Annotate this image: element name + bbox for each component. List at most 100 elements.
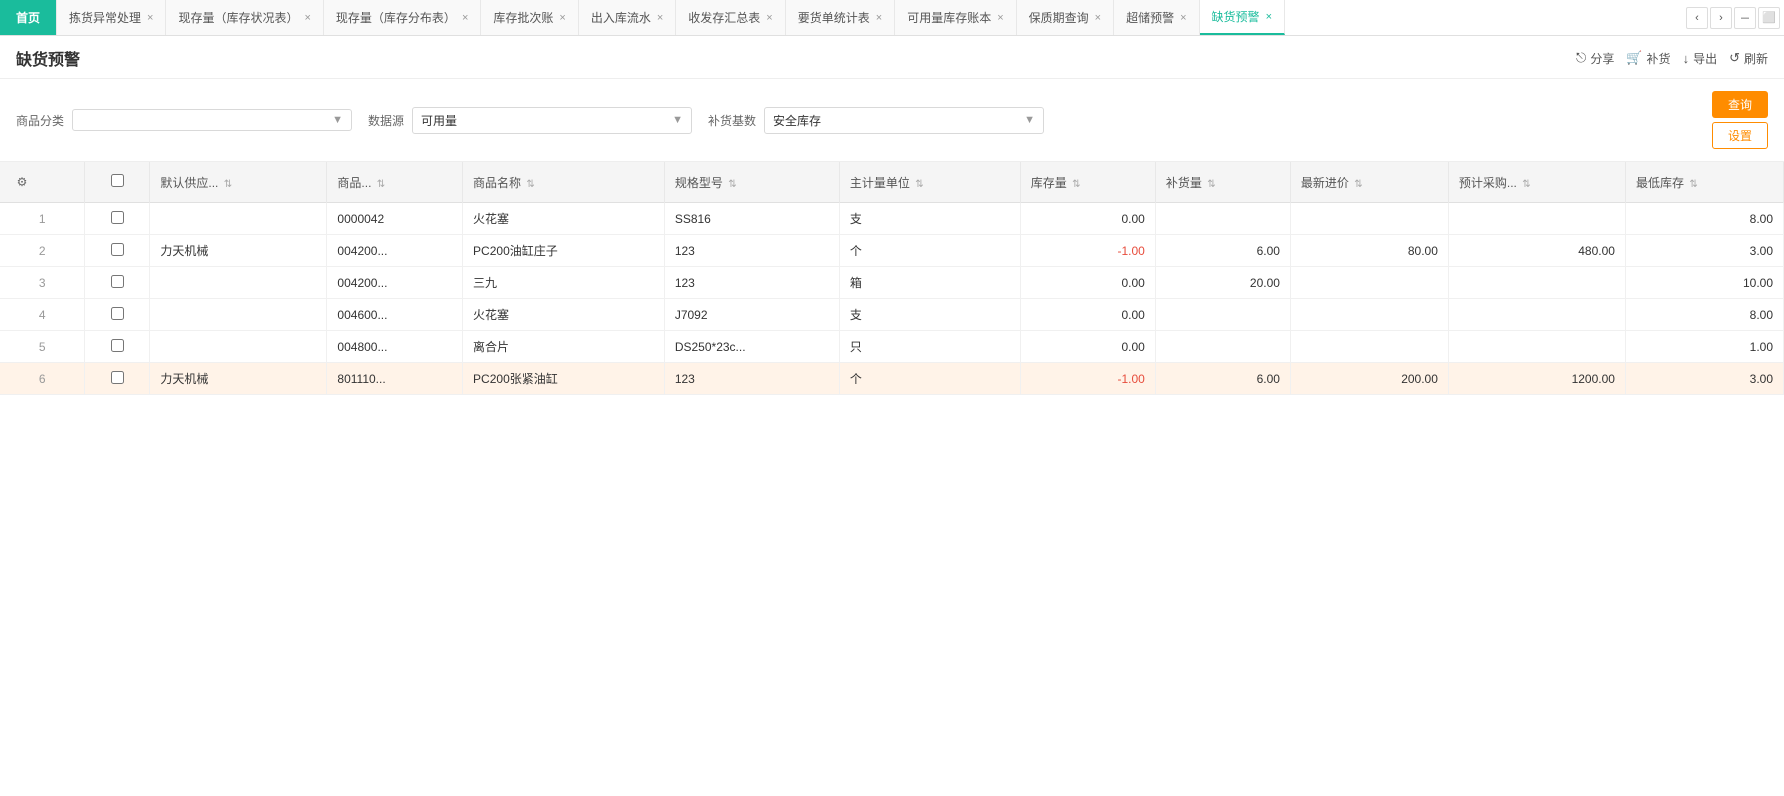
cell-estimated-purchase — [1448, 299, 1625, 331]
close-icon[interactable]: × — [876, 12, 882, 24]
close-icon[interactable]: × — [766, 12, 772, 24]
row-checkbox[interactable] — [111, 275, 124, 288]
sort-icon[interactable]: ⇅ — [1522, 179, 1530, 190]
replenish-basis-select[interactable]: 安全库存 ▼ — [764, 107, 1044, 134]
chevron-down-icon: ▼ — [332, 114, 343, 126]
datasource-select[interactable]: 可用量 ▼ — [412, 107, 692, 134]
tab-bar: 首页 拣货异常处理 × 现存量（库存状况表） × 现存量（库存分布表） × 库存… — [0, 0, 1784, 36]
page-title: 缺货预警 — [16, 46, 80, 70]
cell-replenish: 20.00 — [1155, 267, 1290, 299]
close-icon[interactable]: × — [559, 12, 565, 24]
export-icon: ↓ — [1683, 51, 1690, 66]
tab-quehuo[interactable]: 缺货预警 × — [1200, 0, 1285, 35]
cell-spec: 123 — [664, 235, 839, 267]
tab-kucunpici[interactable]: 库存批次账 × — [481, 0, 578, 35]
table-row: 6 力天机械 801110... PC200张紧油缸 123 个 -1.00 6… — [0, 363, 1784, 395]
cell-spec: 123 — [664, 267, 839, 299]
header-actions: ⎋ 分享 🛒 补货 ↓ 导出 ↺ 刷新 — [1576, 50, 1768, 67]
tab-prev-button[interactable]: ‹ — [1686, 7, 1708, 29]
th-supplier: 默认供应... ⇅ — [150, 162, 327, 203]
refresh-icon: ↺ — [1729, 50, 1740, 66]
close-icon[interactable]: × — [1180, 12, 1186, 24]
datasource-label: 数据源 — [368, 112, 404, 129]
close-icon[interactable]: × — [462, 12, 468, 24]
settings-button[interactable]: 设置 — [1712, 122, 1768, 149]
share-action[interactable]: ⎋ 分享 — [1576, 50, 1614, 67]
tab-maximize-button[interactable]: ⬜ — [1758, 7, 1780, 29]
tab-minimize-button[interactable]: － — [1734, 7, 1756, 29]
cell-min-stock: 8.00 — [1625, 299, 1783, 331]
cell-product-name: PC200张紧油缸 — [463, 363, 665, 395]
cell-estimated-purchase — [1448, 331, 1625, 363]
tab-yaohuo[interactable]: 要货单统计表 × — [786, 0, 895, 35]
tab-baozhi[interactable]: 保质期查询 × — [1017, 0, 1114, 35]
cell-supplier — [150, 267, 327, 299]
cell-spec: 123 — [664, 363, 839, 395]
cell-product-name: PC200油缸庄子 — [463, 235, 665, 267]
sort-icon[interactable]: ⇅ — [728, 179, 736, 190]
gear-button[interactable]: ⚙ — [10, 170, 34, 194]
sort-icon[interactable]: ⇅ — [1207, 179, 1215, 190]
tab-xiancunliang2[interactable]: 现存量（库存分布表） × — [324, 0, 481, 35]
replenish-basis-value: 安全库存 — [773, 112, 821, 129]
tab-xiancunliang1[interactable]: 现存量（库存状况表） × — [166, 0, 323, 35]
close-icon[interactable]: × — [1266, 11, 1272, 23]
replenish-basis-label: 补货基数 — [708, 112, 756, 129]
th-estimated-purchase: 预计采购... ⇅ — [1448, 162, 1625, 203]
row-checkbox[interactable] — [111, 339, 124, 352]
th-checkbox — [85, 162, 150, 203]
close-icon[interactable]: × — [657, 12, 663, 24]
cell-product-name: 三九 — [463, 267, 665, 299]
tab-shoufacun[interactable]: 收发存汇总表 × — [676, 0, 785, 35]
replenish-icon: 🛒 — [1626, 50, 1642, 66]
row-checkbox-cell — [85, 363, 150, 395]
tab-next-button[interactable]: › — [1710, 7, 1732, 29]
sort-icon[interactable]: ⇅ — [377, 179, 385, 190]
cell-latest-price: 80.00 — [1290, 235, 1448, 267]
cell-latest-price — [1290, 267, 1448, 299]
tab-jianhuo[interactable]: 拣货异常处理 × — [57, 0, 166, 35]
row-index: 5 — [0, 331, 85, 363]
cell-stock: 0.00 — [1020, 299, 1155, 331]
cell-product-code: 004800... — [327, 331, 463, 363]
cell-latest-price — [1290, 203, 1448, 235]
row-checkbox[interactable] — [111, 211, 124, 224]
query-button[interactable]: 查询 — [1712, 91, 1768, 118]
replenish-basis-filter-group: 补货基数 安全库存 ▼ — [708, 107, 1044, 134]
replenish-action[interactable]: 🛒 补货 — [1626, 50, 1670, 67]
cell-min-stock: 10.00 — [1625, 267, 1783, 299]
sort-icon[interactable]: ⇅ — [1689, 179, 1697, 190]
row-checkbox[interactable] — [111, 307, 124, 320]
page-header: 缺货预警 ⎋ 分享 🛒 补货 ↓ 导出 ↺ 刷新 — [0, 36, 1784, 79]
sort-icon[interactable]: ⇅ — [1072, 179, 1080, 190]
cell-latest-price — [1290, 331, 1448, 363]
row-checkbox[interactable] — [111, 371, 124, 384]
close-icon[interactable]: × — [1095, 12, 1101, 24]
select-all-checkbox[interactable] — [111, 174, 124, 187]
category-select[interactable]: ▼ — [72, 109, 352, 131]
close-icon[interactable]: × — [304, 12, 310, 24]
tab-keyongliang[interactable]: 可用量库存账本 × — [895, 0, 1016, 35]
table-container: ⚙ 默认供应... ⇅ 商品... ⇅ 商品名称 ⇅ — [0, 162, 1784, 796]
th-unit: 主计量单位 ⇅ — [839, 162, 1020, 203]
row-checkbox[interactable] — [111, 243, 124, 256]
close-icon[interactable]: × — [997, 12, 1003, 24]
table-row: 4 004600... 火花塞 J7092 支 0.00 8.00 — [0, 299, 1784, 331]
sort-icon[interactable]: ⇅ — [526, 179, 534, 190]
filter-area: 商品分类 ▼ 数据源 可用量 ▼ 补货基数 安全库存 ▼ 查询 设置 — [0, 79, 1784, 162]
cell-stock: -1.00 — [1020, 235, 1155, 267]
tab-home[interactable]: 首页 — [0, 0, 57, 35]
sort-icon[interactable]: ⇅ — [1354, 179, 1362, 190]
cell-stock: 0.00 — [1020, 331, 1155, 363]
tab-chaochuyujing[interactable]: 超储预警 × — [1114, 0, 1199, 35]
close-icon[interactable]: × — [147, 12, 153, 24]
sort-icon[interactable]: ⇅ — [224, 179, 232, 190]
sort-icon[interactable]: ⇅ — [915, 179, 923, 190]
tab-churukuliushui[interactable]: 出入库流水 × — [579, 0, 676, 35]
cell-stock: -1.00 — [1020, 363, 1155, 395]
refresh-action[interactable]: ↺ 刷新 — [1729, 50, 1768, 67]
cell-unit: 只 — [839, 331, 1020, 363]
cell-stock: 0.00 — [1020, 267, 1155, 299]
cell-replenish — [1155, 331, 1290, 363]
export-action[interactable]: ↓ 导出 — [1683, 50, 1718, 67]
